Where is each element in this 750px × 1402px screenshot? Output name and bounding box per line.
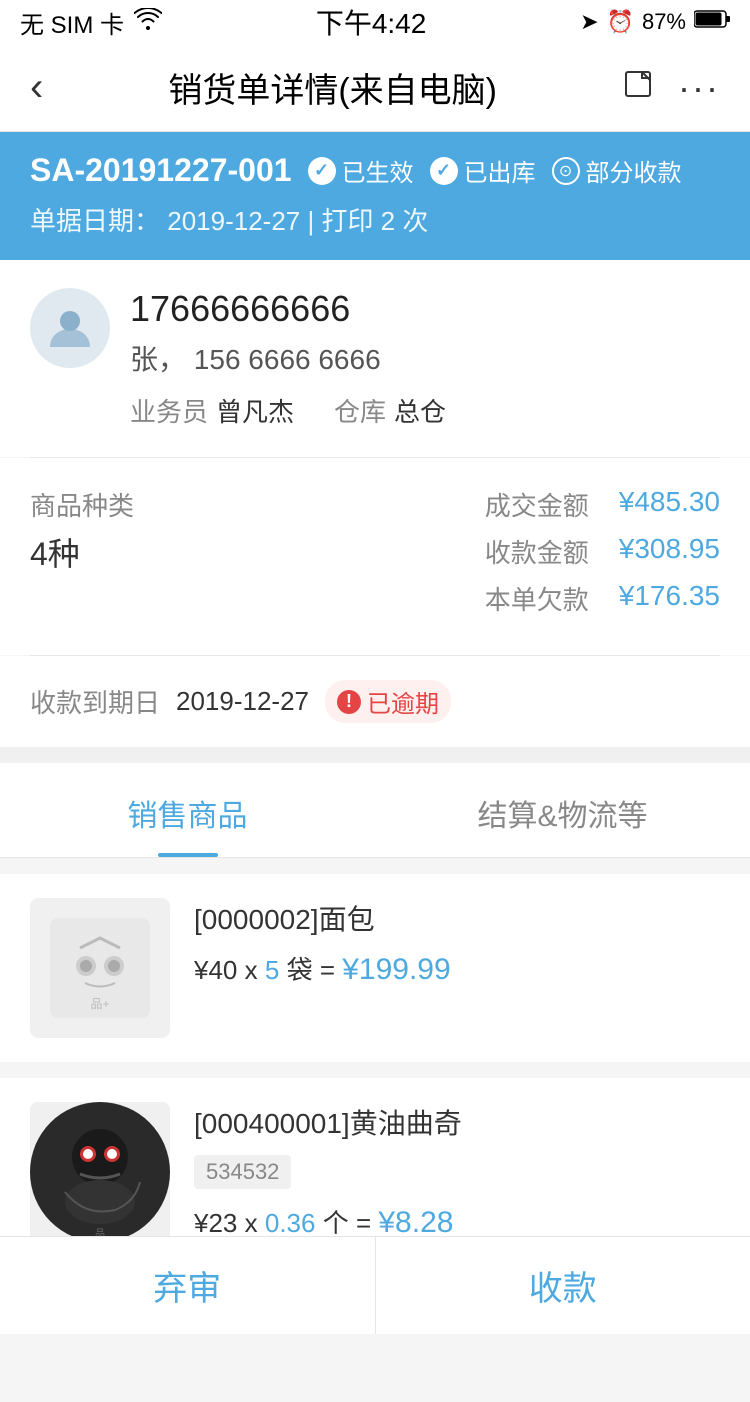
status-activated-label: 已生效 [342, 153, 414, 188]
status-bar-time: 下午4:42 [316, 2, 427, 42]
product-qty-1: 5 [265, 955, 279, 985]
customer-phone-number: 156 6666 6666 [194, 344, 381, 375]
deal-amount-label: 成交金额 [485, 486, 589, 523]
status-shipped: ✓ 已出库 [430, 153, 536, 188]
overdue-icon: ! [337, 690, 361, 714]
status-bar: 无 SIM 卡 下午4:42 ➤ ⏰ 87% [0, 0, 750, 44]
check-icon-1: ✓ [308, 157, 336, 185]
product-sku-2: 534532 [194, 1155, 291, 1189]
order-date: 单据日期： 2019-12-27 | 打印 2 次 [30, 201, 720, 238]
product-unit-2: 个 [323, 1208, 349, 1238]
product-kinds-value: 4种 [30, 529, 134, 575]
date-label: 单据日期： [30, 206, 160, 236]
print-info: | 打印 2 次 [307, 206, 428, 236]
overdue-badge: ! 已逾期 [325, 680, 451, 723]
due-date-section: 收款到期日 2019-12-27 ! 已逾期 [0, 656, 750, 747]
owed-amount-label: 本单欠款 [485, 580, 589, 617]
tab-settlement[interactable]: 结算&物流等 [375, 763, 750, 857]
due-date-value: 2019-12-27 [176, 686, 309, 717]
customer-avatar [30, 288, 110, 368]
product-image-2: 品 [30, 1102, 170, 1242]
received-amount-label: 收款金额 [485, 533, 589, 570]
cancel-review-label: 弃审 [153, 1261, 221, 1310]
clock-icon: ⊙ [552, 157, 580, 185]
tabs-bar: 销售商品 结算&物流等 [0, 763, 750, 858]
product-equals-2: = [356, 1208, 378, 1238]
order-banner: SA-20191227-001 ✓ 已生效 ✓ 已出库 ⊙ 部分收款 单据日期：… [0, 132, 750, 260]
product-name-2: [000400001]黄油曲奇 [194, 1102, 720, 1142]
product-info-2: [000400001]黄油曲奇 534532 ¥23 x 0.36 个 = ¥8… [194, 1102, 720, 1240]
summary-section: 商品种类 4种 成交金额 ¥485.30 收款金额 ¥308.95 本单欠款 ¥… [0, 458, 750, 655]
divider-3 [0, 747, 750, 763]
customer-id: 17666666666 [130, 288, 720, 330]
product-unit-price-2: ¥23 [194, 1208, 237, 1238]
order-status-tags: ✓ 已生效 ✓ 已出库 ⊙ 部分收款 [308, 153, 682, 188]
status-bar-right: ➤ ⏰ 87% [580, 9, 730, 35]
product-total-2: ¥8.28 [378, 1206, 453, 1239]
warehouse-item: 仓库 总仓 [334, 392, 446, 429]
status-partial-label: 部分收款 [586, 153, 682, 188]
customer-info: 17666666666 张， 156 6666 6666 业务员 曾凡杰 仓库 … [130, 288, 720, 429]
product-multiply-1: x [245, 955, 265, 985]
svg-text:品+: 品+ [90, 997, 109, 1011]
product-image-1: 品+ [30, 898, 170, 1038]
received-amount-row: 收款金额 ¥308.95 [485, 533, 720, 570]
product-item-1: 品+ [0000002]面包 ¥40 x 5 袋 = ¥199.99 [0, 874, 750, 1062]
customer-meta: 业务员 曾凡杰 仓库 总仓 [130, 392, 720, 429]
product-multiply-2: x [245, 1208, 265, 1238]
overdue-text: 已逾期 [367, 684, 439, 719]
status-partial-payment: ⊙ 部分收款 [552, 153, 682, 188]
alarm-icon: ⏰ [607, 9, 634, 35]
product-price-1: ¥40 x 5 袋 = ¥199.99 [194, 950, 720, 987]
product-qty-2: 0.36 [265, 1208, 316, 1238]
warehouse-value: 总仓 [394, 392, 446, 429]
battery-icon [694, 9, 730, 35]
customer-section: 17666666666 张， 156 6666 6666 业务员 曾凡杰 仓库 … [0, 260, 750, 457]
page-title: 销货单详情(来自电脑) [168, 63, 497, 112]
product-total-1: ¥199.99 [342, 953, 450, 986]
collect-payment-label: 收款 [529, 1261, 597, 1310]
summary-left: 商品种类 4种 [30, 486, 134, 575]
tab-products[interactable]: 销售商品 [0, 763, 375, 857]
collect-payment-button[interactable]: 收款 [376, 1237, 750, 1334]
product-kinds-label: 商品种类 [30, 486, 134, 523]
summary-right: 成交金额 ¥485.30 收款金额 ¥308.95 本单欠款 ¥176.35 [485, 486, 720, 627]
product-unit-price-1: ¥40 [194, 955, 237, 985]
product-placeholder-1: 品+ [30, 898, 170, 1038]
location-icon: ➤ [580, 9, 598, 35]
status-bar-left: 无 SIM 卡 [20, 5, 162, 40]
product-price-2: ¥23 x 0.36 个 = ¥8.28 [194, 1203, 720, 1240]
nav-actions: ··· [622, 67, 720, 109]
cancel-review-button[interactable]: 弃审 [0, 1237, 376, 1334]
nav-bar: ‹ 销货单详情(来自电脑) ··· [0, 44, 750, 132]
product-name-1: [0000002]面包 [194, 898, 720, 938]
check-icon-2: ✓ [430, 157, 458, 185]
bottom-bar: 弃审 收款 [0, 1236, 750, 1334]
order-id: SA-20191227-001 [30, 152, 292, 189]
date-value: 2019-12-27 [167, 206, 300, 236]
product-info-1: [0000002]面包 ¥40 x 5 袋 = ¥199.99 [194, 898, 720, 987]
salesperson-label: 业务员 [130, 392, 208, 429]
salesperson-item: 业务员 曾凡杰 [130, 392, 294, 429]
product-equals-1: = [320, 955, 342, 985]
deal-amount-value: ¥485.30 [619, 486, 720, 523]
back-button[interactable]: ‹ [30, 65, 43, 110]
customer-name-phone: 张， 156 6666 6666 [130, 338, 720, 378]
owed-amount-row: 本单欠款 ¥176.35 [485, 580, 720, 617]
product-unit-1: 袋 [287, 955, 313, 985]
export-icon[interactable] [622, 68, 654, 108]
salesperson-value: 曾凡杰 [216, 392, 294, 429]
carrier-label: 无 SIM 卡 [20, 5, 124, 40]
status-shipped-label: 已出库 [464, 153, 536, 188]
status-activated: ✓ 已生效 [308, 153, 414, 188]
received-amount-value: ¥308.95 [619, 533, 720, 570]
battery-label: 87% [642, 9, 686, 35]
more-icon[interactable]: ··· [678, 67, 720, 109]
customer-name: 张， [130, 344, 186, 375]
due-date-label: 收款到期日 [30, 683, 160, 720]
owed-amount-value: ¥176.35 [619, 580, 720, 617]
deal-amount-row: 成交金额 ¥485.30 [485, 486, 720, 523]
wifi-icon [134, 8, 162, 37]
warehouse-label: 仓库 [334, 392, 386, 429]
